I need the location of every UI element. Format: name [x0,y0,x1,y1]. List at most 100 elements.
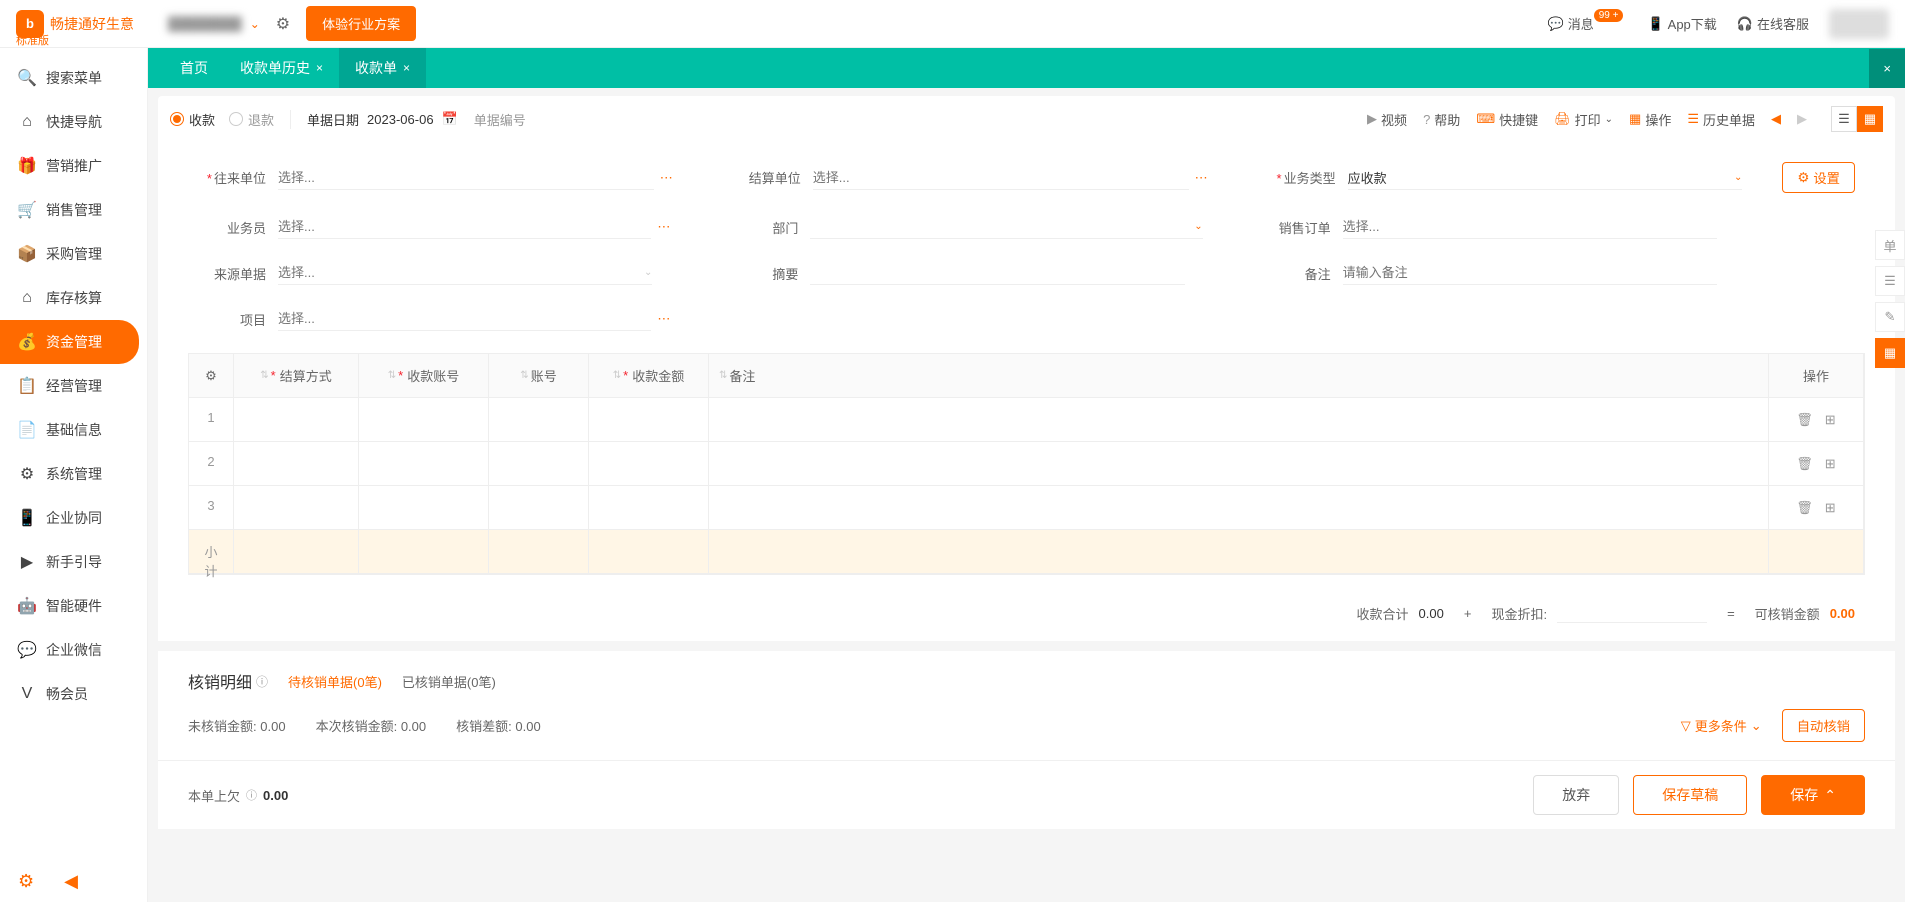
sales-order-input[interactable] [1343,215,1717,239]
abandon-button[interactable]: 放弃 [1533,775,1619,815]
delete-icon[interactable]: 🗑 [1796,500,1813,516]
remark-field: 备注 [1243,261,1775,285]
sidebar-item-quicknav[interactable]: ⌂快捷导航 [0,100,147,144]
view-list-button[interactable]: ☰ [1831,106,1857,132]
history-doc-link[interactable]: ☰历史单据 [1687,110,1755,129]
partner-input[interactable] [278,166,654,190]
chat-icon: 💬 [18,641,36,659]
side-tab-4[interactable]: ▦ [1875,338,1905,368]
add-icon[interactable]: ⊞ [1825,412,1836,428]
sidebar-item-member[interactable]: V畅会员 [0,672,147,716]
salesman-input[interactable] [278,215,651,239]
th-receipt-amount[interactable]: ⇅*收款金额 [589,354,709,397]
sidebar-item-sales[interactable]: 🛒销售管理 [0,188,147,232]
th-receipt-account[interactable]: ⇅*收款账号 [359,354,489,397]
sidebar-footer: ⚙ ◀ [0,861,147,902]
chevron-down-icon: ⌄ [1605,114,1613,125]
sidebar-item-baseinfo[interactable]: 📄基础信息 [0,408,147,452]
summary-input[interactable] [810,261,1184,285]
calendar-icon[interactable]: 📅 [442,111,458,127]
save-draft-button[interactable]: 保存草稿 [1633,775,1747,815]
sidebar-item-hardware[interactable]: 🤖智能硬件 [0,584,147,628]
tab-home[interactable]: 首页 [164,48,224,88]
biz-type-field: *业务类型 ⌄ [1248,162,1783,193]
radio-receipt[interactable]: 收款 [170,110,215,129]
delete-icon[interactable]: 🗑 [1796,456,1813,472]
close-all-tabs[interactable]: × [1869,49,1905,88]
info-icon[interactable]: ⓘ [256,673,268,690]
side-tab-2[interactable]: ☰ [1875,266,1905,296]
print-link[interactable]: 🖨打印⌄ [1554,110,1613,129]
trial-industry-button[interactable]: 体验行业方案 [306,6,416,41]
sidebar: 🔍搜索菜单 ⌂快捷导航 🎁营销推广 🛒销售管理 📦采购管理 ⌂库存核算 💰资金管… [0,48,148,902]
dept-input[interactable]: ⌄ [810,215,1202,239]
action-link[interactable]: ▦操作 [1629,110,1671,129]
settings-gear-icon[interactable]: ⚙ [276,14,290,34]
toolbar: 收款 退款 单据日期 2023-06-06 📅 单据编号 ▶视频 ?帮助 ⌨快捷… [158,96,1895,142]
sidebar-item-marketing[interactable]: 🎁营销推广 [0,144,147,188]
user-avatar[interactable] [1829,9,1889,39]
video-link[interactable]: ▶视频 [1367,110,1407,129]
tab-receipt[interactable]: 收款单× [339,48,426,88]
more-dots-icon[interactable]: ⋯ [660,170,673,186]
close-icon[interactable]: × [316,61,323,75]
table-settings-icon[interactable]: ⚙ [189,354,234,397]
prev-arrow-icon[interactable]: ◀ [1771,111,1781,127]
more-dots-icon[interactable]: ⋯ [657,219,670,235]
th-settle-method[interactable]: ⇅*结算方式 [234,354,359,397]
tab-receipt-history[interactable]: 收款单历史× [224,48,339,88]
cart-icon: 🛒 [18,201,36,219]
sales-order-field: 销售订单 [1243,215,1775,239]
table-row[interactable]: 3🗑⊞ [189,486,1864,530]
info-icon[interactable]: ⓘ [246,787,257,803]
verify-tab-pending[interactable]: 待核销单据(0笔) [288,672,382,691]
remark-input[interactable] [1343,261,1717,285]
view-toggle: ☰ ▦ [1831,106,1883,132]
settle-unit-input[interactable] [813,166,1189,190]
company-selector[interactable]: ████████ ⌄ [168,16,260,31]
table-row[interactable]: 2🗑⊞ [189,442,1864,486]
radio-refund[interactable]: 退款 [229,110,274,129]
sidebar-item-business[interactable]: 📋经营管理 [0,364,147,408]
source-doc-input[interactable]: ⌄ [278,261,652,285]
th-remark[interactable]: ⇅备注 [709,354,1769,397]
sidebar-collapse-icon[interactable]: ◀ [64,871,78,892]
add-icon[interactable]: ⊞ [1825,500,1836,516]
shortcut-link[interactable]: ⌨快捷键 [1476,110,1538,129]
table-row[interactable]: 1🗑⊞ [189,398,1864,442]
delete-icon[interactable]: 🗑 [1796,412,1813,428]
sidebar-item-inventory[interactable]: ⌂库存核算 [0,276,147,320]
add-icon[interactable]: ⊞ [1825,456,1836,472]
sidebar-item-purchase[interactable]: 📦采购管理 [0,232,147,276]
sidebar-item-collab[interactable]: 📱企业协同 [0,496,147,540]
verify-tab-done[interactable]: 已核销单据(0笔) [402,672,496,691]
close-icon[interactable]: × [403,61,410,75]
more-conditions-link[interactable]: ▽更多条件⌄ [1681,716,1762,735]
sidebar-item-wechat[interactable]: 💬企业微信 [0,628,147,672]
doc-date-field[interactable]: 单据日期 2023-06-06 📅 [307,110,458,129]
sidebar-item-search[interactable]: 🔍搜索菜单 [0,56,147,100]
auto-writeoff-button[interactable]: 自动核销 [1782,709,1865,742]
th-action: 操作 [1769,354,1864,397]
view-grid-button[interactable]: ▦ [1857,106,1883,132]
online-service-link[interactable]: 🎧 在线客服 [1737,14,1809,33]
help-link[interactable]: ?帮助 [1423,110,1460,129]
sidebar-item-system[interactable]: ⚙系统管理 [0,452,147,496]
more-dots-icon[interactable]: ⋯ [657,311,670,327]
form-settings-button[interactable]: ⚙设置 [1782,162,1855,193]
side-tab-1[interactable]: 单 [1875,230,1905,260]
side-tab-3[interactable]: ✎ [1875,302,1905,332]
next-arrow-icon[interactable]: ▶ [1797,111,1807,127]
th-account-no[interactable]: ⇅账号 [489,354,589,397]
save-button[interactable]: 保存⌃ [1761,775,1865,815]
biz-type-input[interactable]: ⌄ [1348,166,1743,190]
cash-discount-input[interactable] [1557,603,1707,623]
messages-link[interactable]: 💬 消息 99 + [1548,14,1628,33]
sidebar-item-finance[interactable]: 💰资金管理 [0,320,139,364]
filter-icon: ▽ [1681,718,1691,734]
more-dots-icon[interactable]: ⋯ [1195,170,1208,186]
project-input[interactable] [278,307,651,331]
app-download-link[interactable]: 📱 App下载 [1647,14,1716,33]
sidebar-settings-icon[interactable]: ⚙ [18,871,34,892]
sidebar-item-guide[interactable]: ▶新手引导 [0,540,147,584]
